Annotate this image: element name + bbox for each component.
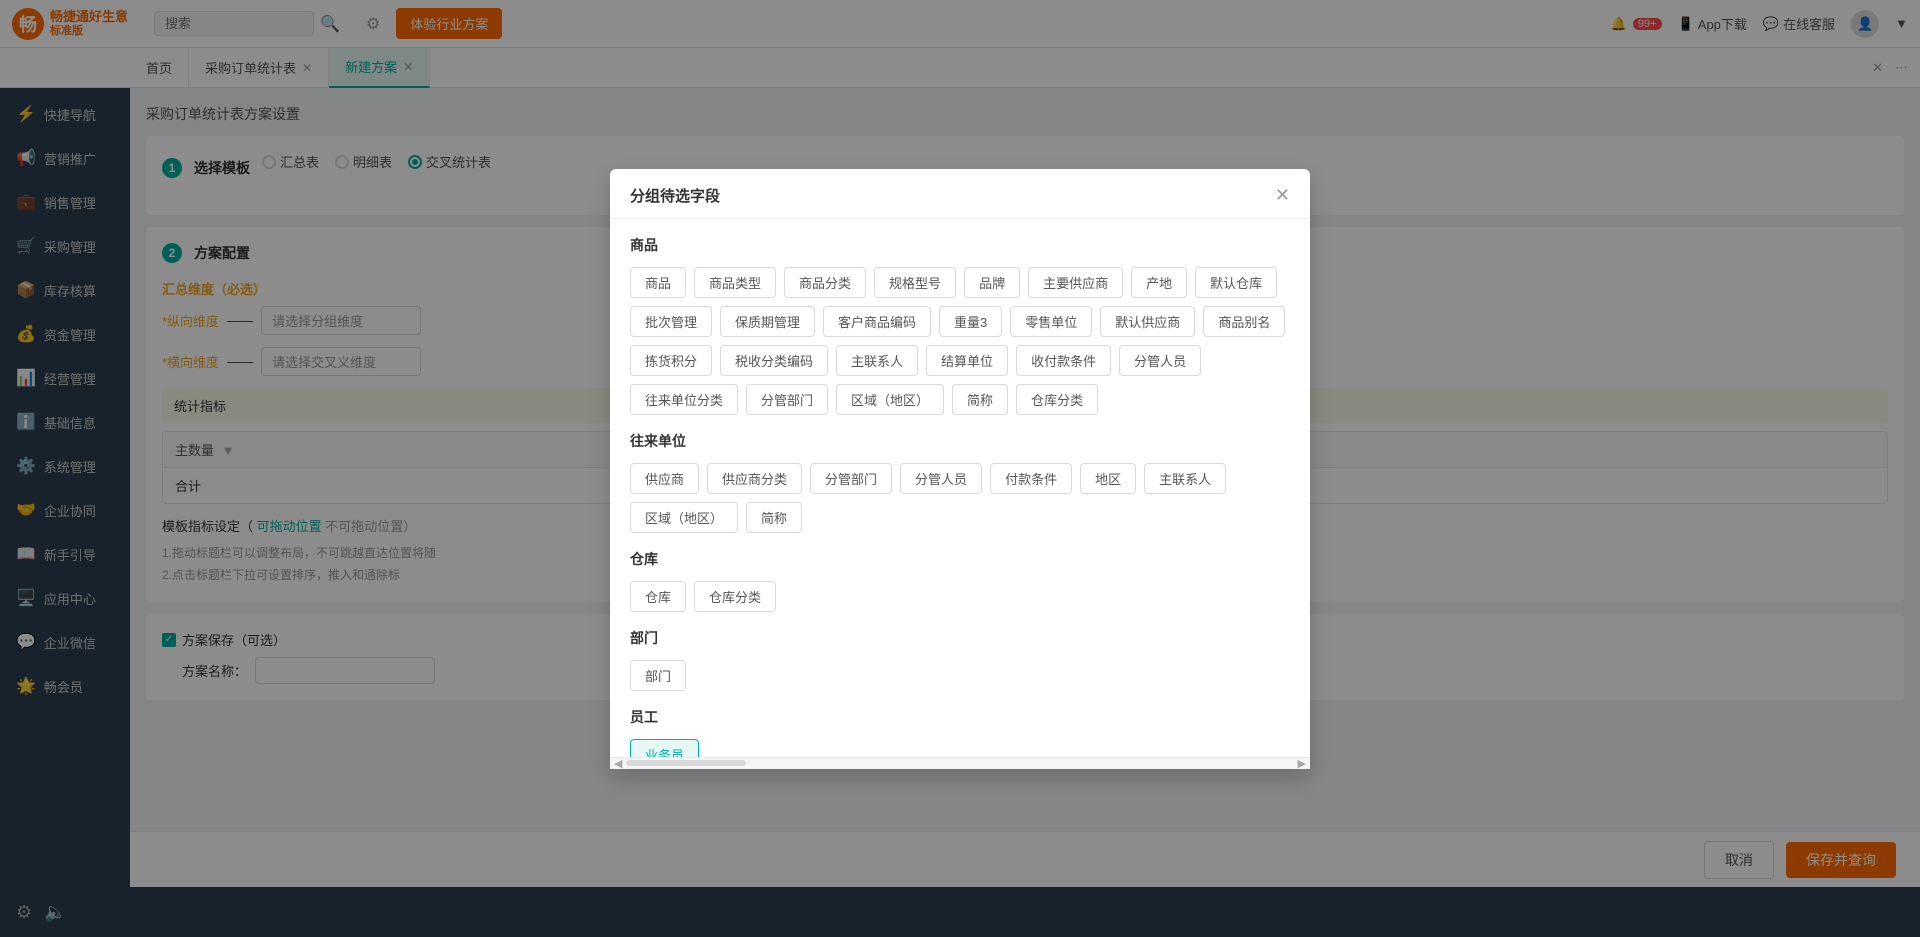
hscroll-left: ◀ xyxy=(614,757,622,770)
field-btn-region3[interactable]: 区域（地区） xyxy=(630,502,738,533)
hscroll-bar[interactable] xyxy=(626,760,746,766)
field-btn-supplier[interactable]: 供应商 xyxy=(630,463,699,494)
field-group-partner: 供应商 供应商分类 分管部门 分管人员 付款条件 地区 主联系人 区域（地区） … xyxy=(630,463,1290,533)
field-btn-spec-model[interactable]: 规格型号 xyxy=(874,267,956,298)
field-btn-pick-points[interactable]: 拣货积分 xyxy=(630,345,712,376)
dialog-header: 分组待选字段 ✕ xyxy=(610,169,1310,219)
field-btn-customer-code[interactable]: 客户商品编码 xyxy=(823,306,931,337)
field-group-warehouse: 仓库 仓库分类 xyxy=(630,581,1290,612)
field-group-department: 部门 xyxy=(630,660,1290,691)
section-title-employee: 员工 xyxy=(630,707,1290,727)
section-title-goods: 商品 xyxy=(630,235,1290,255)
field-btn-dept[interactable]: 分管部门 xyxy=(746,384,828,415)
field-btn-retail-unit[interactable]: 零售单位 xyxy=(1010,306,1092,337)
field-btn-default-supplier[interactable]: 默认供应商 xyxy=(1100,306,1195,337)
dialog-hscroll[interactable]: ◀ ▶ xyxy=(610,757,1310,769)
field-btn-department[interactable]: 部门 xyxy=(630,660,686,691)
dialog: 分组待选字段 ✕ 商品 商品 商品类型 商品分类 规格型号 品牌 主要供应商 产… xyxy=(610,169,1310,769)
field-btn-warehouse-category[interactable]: 仓库分类 xyxy=(1016,384,1098,415)
field-btn-region2[interactable]: 地区 xyxy=(1080,463,1136,494)
section-title-partner: 往来单位 xyxy=(630,431,1290,451)
field-group-employee: 业务员 xyxy=(630,739,1290,757)
field-btn-short-name2[interactable]: 简称 xyxy=(746,502,802,533)
field-btn-region[interactable]: 区域（地区） xyxy=(836,384,944,415)
field-btn-partner-category[interactable]: 往来单位分类 xyxy=(630,384,738,415)
field-btn-settlement-unit[interactable]: 结算单位 xyxy=(926,345,1008,376)
field-btn-goods[interactable]: 商品 xyxy=(630,267,686,298)
field-btn-main-supplier[interactable]: 主要供应商 xyxy=(1028,267,1123,298)
field-btn-payment-terms[interactable]: 收付款条件 xyxy=(1016,345,1111,376)
hscroll-right: ▶ xyxy=(1298,757,1306,770)
field-btn-tax-code[interactable]: 税收分类编码 xyxy=(720,345,828,376)
field-btn-supplier-category[interactable]: 供应商分类 xyxy=(707,463,802,494)
field-btn-batch[interactable]: 批次管理 xyxy=(630,306,712,337)
field-btn-warehouse[interactable]: 仓库 xyxy=(630,581,686,612)
field-btn-main-contact2[interactable]: 主联系人 xyxy=(1144,463,1226,494)
section-title-warehouse: 仓库 xyxy=(630,549,1290,569)
field-btn-weight[interactable]: 重量3 xyxy=(939,306,1002,337)
field-btn-manager[interactable]: 分管人员 xyxy=(1119,345,1201,376)
dialog-close-button[interactable]: ✕ xyxy=(1275,185,1290,206)
field-group-goods: 商品 商品类型 商品分类 规格型号 品牌 主要供应商 产地 默认仓库 批次管理 … xyxy=(630,267,1290,415)
field-btn-origin[interactable]: 产地 xyxy=(1131,267,1187,298)
field-btn-goods-type[interactable]: 商品类型 xyxy=(694,267,776,298)
field-btn-short-name[interactable]: 简称 xyxy=(952,384,1008,415)
field-btn-manager2[interactable]: 分管人员 xyxy=(900,463,982,494)
dialog-body[interactable]: 商品 商品 商品类型 商品分类 规格型号 品牌 主要供应商 产地 默认仓库 批次… xyxy=(610,219,1310,757)
field-btn-brand[interactable]: 品牌 xyxy=(964,267,1020,298)
field-btn-payment-terms2[interactable]: 付款条件 xyxy=(990,463,1072,494)
field-btn-default-warehouse[interactable]: 默认仓库 xyxy=(1195,267,1277,298)
section-title-department: 部门 xyxy=(630,628,1290,648)
field-btn-warehouse-cat2[interactable]: 仓库分类 xyxy=(694,581,776,612)
field-btn-main-contact[interactable]: 主联系人 xyxy=(836,345,918,376)
field-btn-expiry[interactable]: 保质期管理 xyxy=(720,306,815,337)
field-btn-dept2[interactable]: 分管部门 xyxy=(810,463,892,494)
dialog-title: 分组待选字段 xyxy=(630,185,720,206)
field-btn-salesman[interactable]: 业务员 xyxy=(630,739,699,757)
dialog-overlay: 分组待选字段 ✕ 商品 商品 商品类型 商品分类 规格型号 品牌 主要供应商 产… xyxy=(0,0,1920,937)
field-btn-alias[interactable]: 商品别名 xyxy=(1203,306,1285,337)
field-btn-goods-category[interactable]: 商品分类 xyxy=(784,267,866,298)
